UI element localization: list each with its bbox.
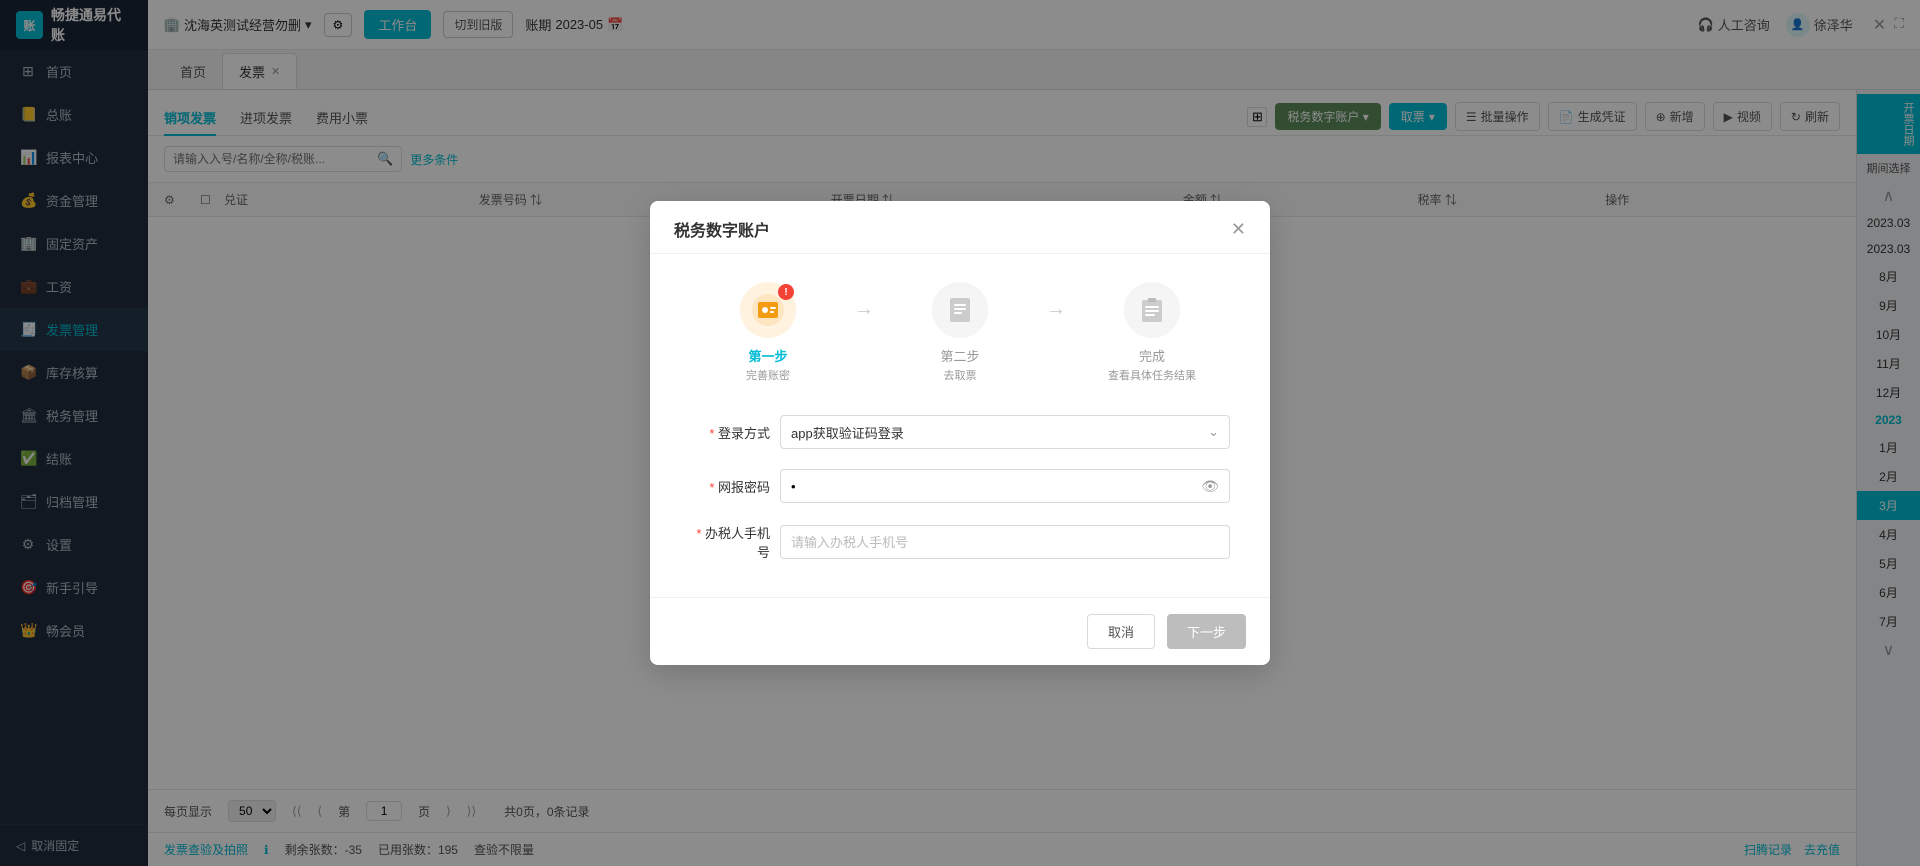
required-mark: * <box>709 426 718 441</box>
step-1-error-badge: ! <box>778 284 794 300</box>
step-1: ! 第一步 完善账密 <box>690 282 846 383</box>
modal-overlay: 税务数字账户 ✕ <box>0 0 1920 866</box>
step-3: 完成 查看具体任务结果 <box>1074 282 1230 383</box>
step-1-sublabel: 完善账密 <box>746 367 790 383</box>
step-3-sublabel: 查看具体任务结果 <box>1108 367 1196 383</box>
document-icon <box>946 296 974 324</box>
clipboard-icon <box>1138 296 1166 324</box>
step-1-circle: ! <box>740 282 796 338</box>
step-arrow-2: → <box>1038 298 1074 321</box>
required-mark: * <box>709 480 718 495</box>
modal-body: ! 第一步 完善账密 → <box>650 254 1270 597</box>
phone-row: * 办税人手机号 <box>690 523 1230 561</box>
step-1-label: 第一步 <box>748 346 787 365</box>
required-mark: * <box>696 526 705 541</box>
steps-indicator: ! 第一步 完善账密 → <box>690 282 1230 383</box>
step-arrow-1: → <box>846 298 882 321</box>
password-row: * 网报密码 • 👁 <box>690 469 1230 503</box>
person-card-icon <box>752 294 784 326</box>
login-method-select[interactable]: app获取验证码登录 ⌄ <box>780 415 1230 449</box>
step-3-label: 完成 <box>1139 346 1165 365</box>
tax-account-modal: 税务数字账户 ✕ <box>650 201 1270 665</box>
step-2-label: 第二步 <box>940 346 979 365</box>
cancel-button[interactable]: 取消 <box>1087 614 1155 649</box>
step-3-circle <box>1124 282 1180 338</box>
modal-close-button[interactable]: ✕ <box>1231 219 1246 240</box>
password-input[interactable]: • 👁 <box>780 469 1230 503</box>
login-method-label: * 登录方式 <box>690 423 780 442</box>
next-step-button[interactable]: 下一步 <box>1167 614 1246 649</box>
phone-input[interactable] <box>780 525 1230 559</box>
password-dot: • <box>791 479 796 494</box>
password-label: * 网报密码 <box>690 477 780 496</box>
step-2: 第二步 去取票 <box>882 282 1038 383</box>
step-2-circle <box>932 282 988 338</box>
eye-toggle-icon[interactable]: 👁 <box>1201 478 1219 495</box>
dropdown-chevron-icon: ⌄ <box>1208 424 1219 440</box>
modal-footer: 取消 下一步 <box>650 597 1270 665</box>
phone-label: * 办税人手机号 <box>690 523 780 561</box>
login-method-row: * 登录方式 app获取验证码登录 ⌄ <box>690 415 1230 449</box>
login-method-value: app获取验证码登录 <box>791 423 904 442</box>
modal-title: 税务数字账户 <box>674 217 770 241</box>
modal-header: 税务数字账户 ✕ <box>650 201 1270 254</box>
step-2-sublabel: 去取票 <box>944 367 977 383</box>
